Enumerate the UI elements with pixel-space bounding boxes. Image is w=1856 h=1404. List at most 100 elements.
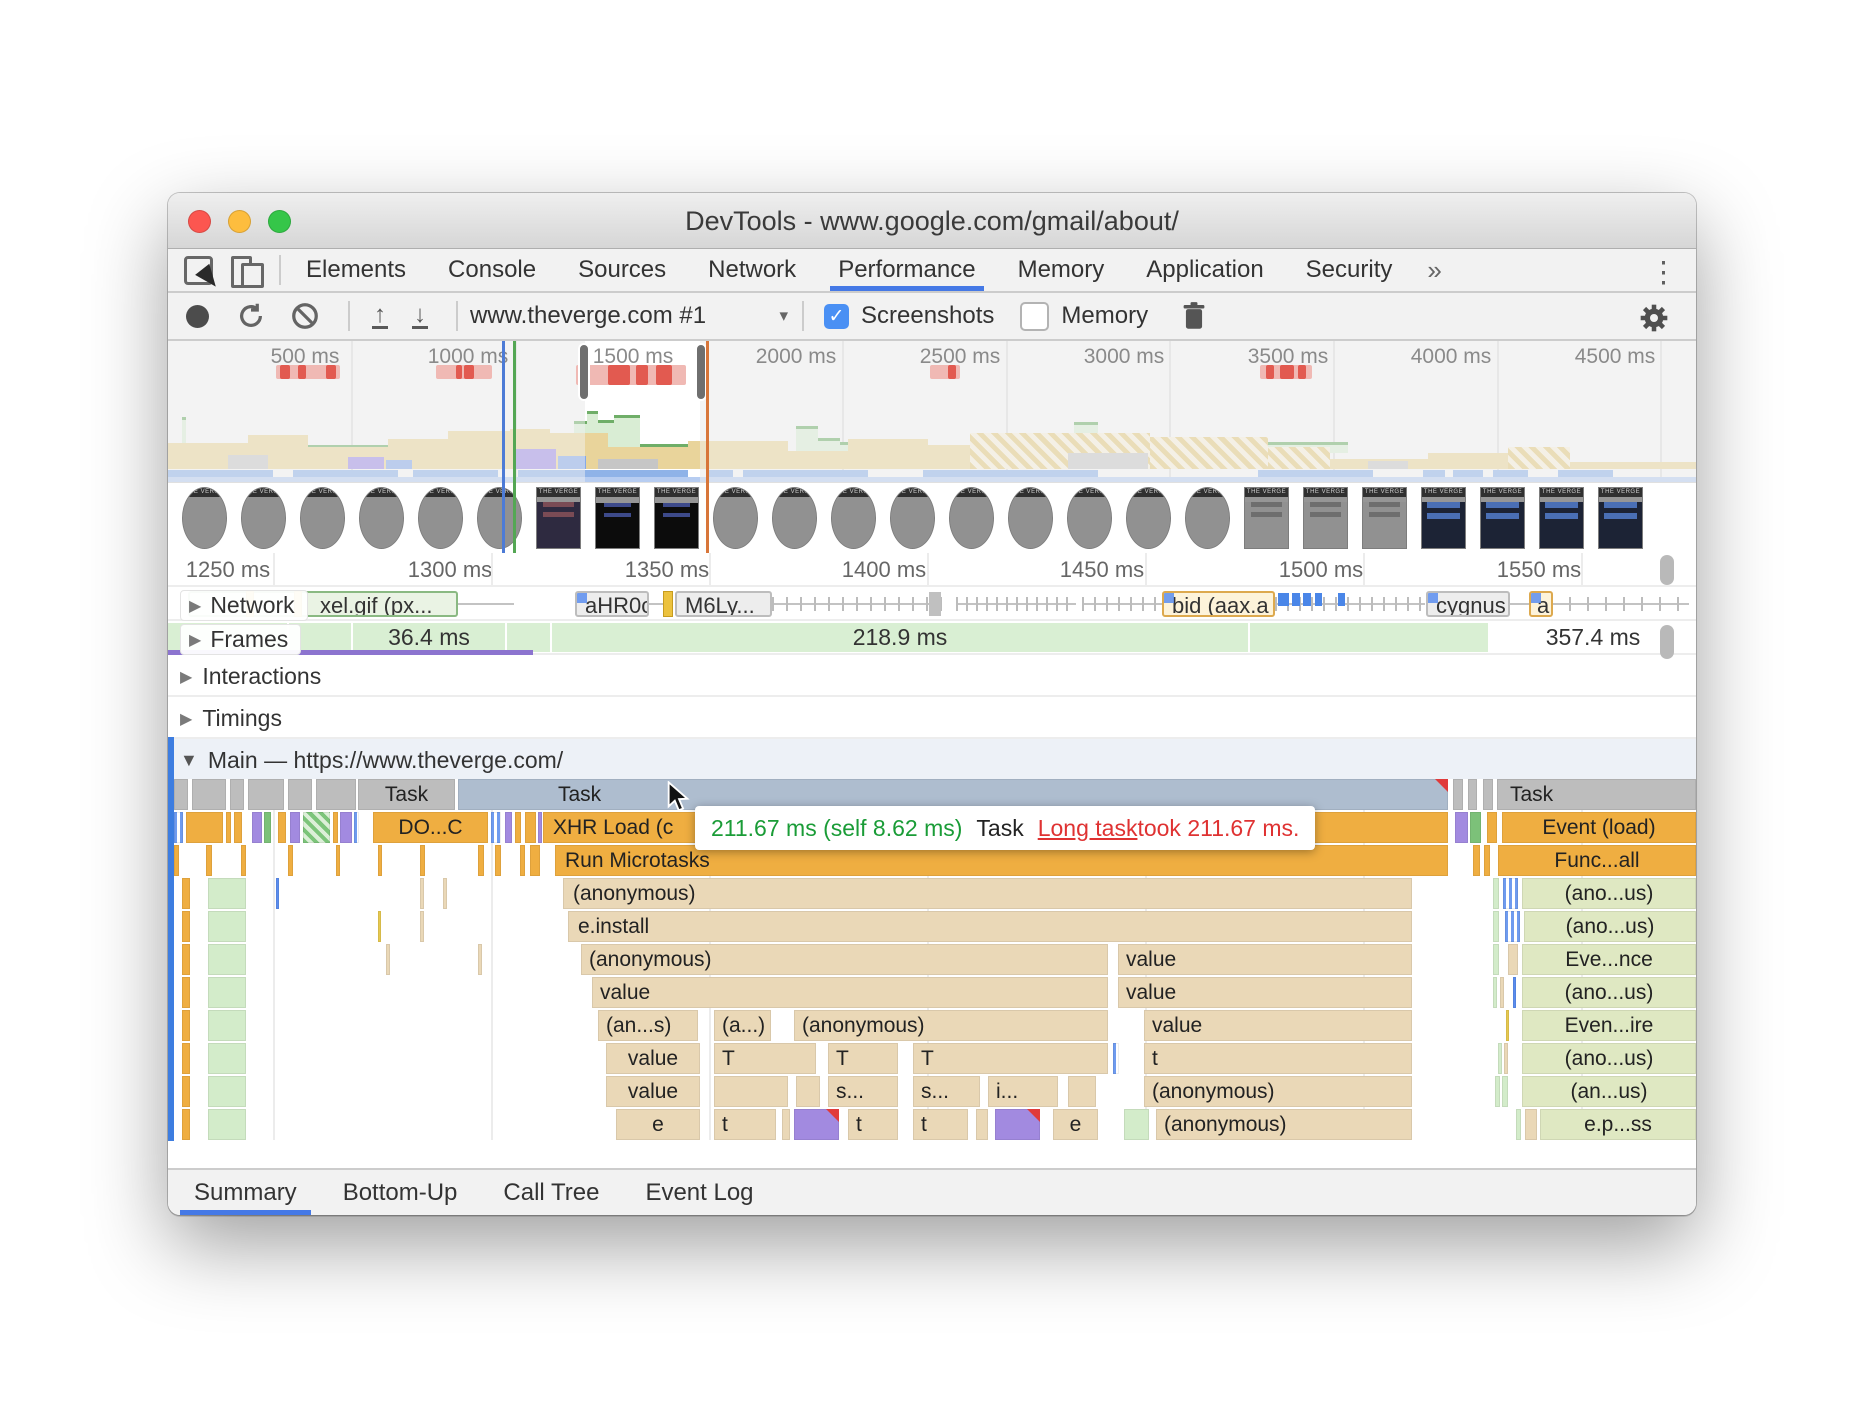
flame-bar--an-s-[interactable]: (an...s) [598, 1010, 698, 1041]
flame-bar--a-[interactable]: (a...) [714, 1010, 771, 1041]
flame-bar[interactable] [386, 944, 390, 975]
tab-performance[interactable]: Performance [838, 249, 975, 291]
flame-bar[interactable] [1505, 911, 1520, 942]
screenshot-thumbnail[interactable]: THE VERGE [713, 487, 758, 549]
clear-button[interactable] [290, 301, 320, 331]
flame-bar[interactable] [1068, 1076, 1096, 1107]
record-button[interactable] [186, 305, 209, 328]
screenshot-thumbnail[interactable]: THE VERGE [1362, 487, 1407, 549]
network-request-chip[interactable]: bid (aax.a [1162, 591, 1275, 617]
flame-bar-s-[interactable]: s... [913, 1076, 980, 1107]
flame-bar[interactable] [316, 779, 356, 810]
flame-bar[interactable] [443, 878, 447, 909]
long-task-link[interactable]: Long task [1038, 815, 1138, 842]
flame-bar--anonymous-[interactable]: (anonymous) [1144, 1076, 1412, 1107]
screenshot-thumbnail[interactable]: THE VERGE [1421, 487, 1466, 549]
flame-bar[interactable] [1503, 878, 1518, 909]
flame-bar[interactable] [1453, 779, 1463, 810]
scrollbar-thumb[interactable] [1660, 555, 1674, 585]
flame-bar[interactable] [1487, 812, 1497, 843]
flame-bar[interactable] [182, 1043, 190, 1074]
load-profile-button[interactable]: ↑ [372, 304, 388, 329]
flame-bar-even-ire[interactable]: Even...ire [1522, 1010, 1696, 1041]
tab-memory[interactable]: Memory [1018, 249, 1105, 291]
flame-bar-e[interactable]: e [616, 1109, 700, 1140]
flame-bar[interactable] [182, 911, 190, 942]
flame-bar[interactable] [1513, 977, 1516, 1008]
flame-bar[interactable] [1493, 944, 1499, 975]
flame-bar-task[interactable]: Task [358, 779, 455, 810]
title-bar[interactable]: DevTools - www.google.com/gmail/about/ [168, 193, 1696, 249]
flame-bar[interactable] [248, 779, 284, 810]
flame-bar[interactable] [276, 878, 279, 909]
flame-bar[interactable] [796, 1076, 820, 1107]
flame-bar-do-c[interactable]: DO...C [373, 812, 488, 843]
network-request-chip[interactable]: M6Ly... [675, 591, 772, 617]
flame-bar[interactable] [290, 812, 300, 843]
flame-bar[interactable] [1455, 812, 1468, 843]
flame-bar[interactable] [420, 911, 424, 942]
flame-bar[interactable] [1495, 1076, 1500, 1107]
network-track-label[interactable]: ▶ Network [180, 590, 308, 621]
flame-bar--ano-us-[interactable]: (ano...us) [1522, 977, 1696, 1008]
screenshot-thumbnail[interactable]: THE VERGE [1303, 487, 1348, 549]
flame-bar[interactable] [1124, 1109, 1149, 1140]
flame-bar--an-us-[interactable]: (an...us) [1522, 1076, 1696, 1107]
flame-bar[interactable] [782, 1109, 790, 1140]
memory-checkbox[interactable] [1020, 302, 1049, 331]
flame-bar[interactable] [420, 878, 424, 909]
flame-bar[interactable] [1493, 911, 1499, 942]
frame-cell[interactable] [1250, 623, 1488, 652]
screenshot-thumbnail[interactable]: THE VERGE [241, 487, 286, 549]
flame-bar[interactable] [182, 1010, 190, 1041]
flame-bar[interactable] [278, 812, 286, 843]
flame-bar[interactable] [333, 812, 338, 843]
device-toolbar-icon[interactable] [231, 256, 261, 284]
flame-bar-t[interactable]: t [913, 1109, 968, 1140]
flame-bar-s-[interactable]: s... [828, 1076, 898, 1107]
flame-bar--anonymous-[interactable]: (anonymous) [1156, 1109, 1412, 1140]
flame-bar[interactable] [1506, 1010, 1509, 1041]
screenshot-thumbnail[interactable]: THE VERGE [1598, 487, 1643, 549]
frame-cell[interactable]: 36.4 ms [353, 623, 505, 652]
flame-bar[interactable] [192, 779, 226, 810]
flame-bar[interactable] [208, 1076, 246, 1107]
network-request-chip[interactable]: aHR0c [575, 591, 649, 617]
flame-bar-value[interactable]: value [1144, 1010, 1412, 1041]
save-profile-button[interactable]: ↓ [412, 304, 428, 329]
flame-bar-value[interactable]: value [1118, 977, 1412, 1008]
network-request-chip[interactable]: a [1529, 591, 1553, 617]
selection-handle-left[interactable] [578, 343, 590, 401]
flame-bar-e-install[interactable]: e.install [568, 911, 1412, 942]
flame-bar[interactable] [208, 944, 246, 975]
flame-bar-t[interactable]: t [848, 1109, 898, 1140]
flame-bar[interactable] [1508, 944, 1518, 975]
main-track-label[interactable]: ▼ Main — https://www.theverge.com/ [180, 747, 563, 774]
network-request-chip[interactable]: cygnus [1426, 591, 1510, 617]
flame-bar[interactable] [252, 812, 262, 843]
flame-bar[interactable] [174, 845, 179, 876]
flame-bar[interactable] [208, 911, 246, 942]
interactions-track-label[interactable]: ▶ Interactions [180, 663, 321, 690]
flame-bar[interactable] [1483, 779, 1493, 810]
flame-bar-value[interactable]: value [1118, 944, 1412, 975]
flame-bar-t[interactable]: T [828, 1043, 898, 1074]
settings-button[interactable] [1638, 302, 1670, 339]
flame-bar[interactable] [264, 812, 271, 843]
flame-bar-event-load-[interactable]: Event (load) [1502, 812, 1696, 843]
screenshot-thumbnail[interactable]: THE VERGE [1067, 487, 1112, 549]
bottom-tab-call-tree[interactable]: Call Tree [499, 1170, 603, 1215]
screenshot-thumbnail[interactable]: THE VERGE [1008, 487, 1053, 549]
flame-bar-func-all[interactable]: Func...all [1498, 845, 1696, 876]
flame-bar--ano-us-[interactable]: (ano...us) [1522, 1043, 1696, 1074]
flame-bar[interactable] [1493, 878, 1499, 909]
flame-bar[interactable] [1473, 845, 1480, 876]
flame-bar[interactable] [520, 845, 525, 876]
screenshot-thumbnail[interactable]: THE VERGE [359, 487, 404, 549]
timeline-overview[interactable]: 500 ms1000 ms1500 ms2000 ms2500 ms3000 m… [168, 341, 1696, 483]
flame-bar[interactable] [1502, 1076, 1508, 1107]
flame-bar[interactable] [182, 977, 190, 1008]
flame-bar-t[interactable]: t [714, 1109, 776, 1140]
flame-bar[interactable] [995, 1109, 1040, 1140]
flame-bar[interactable] [1484, 845, 1490, 876]
